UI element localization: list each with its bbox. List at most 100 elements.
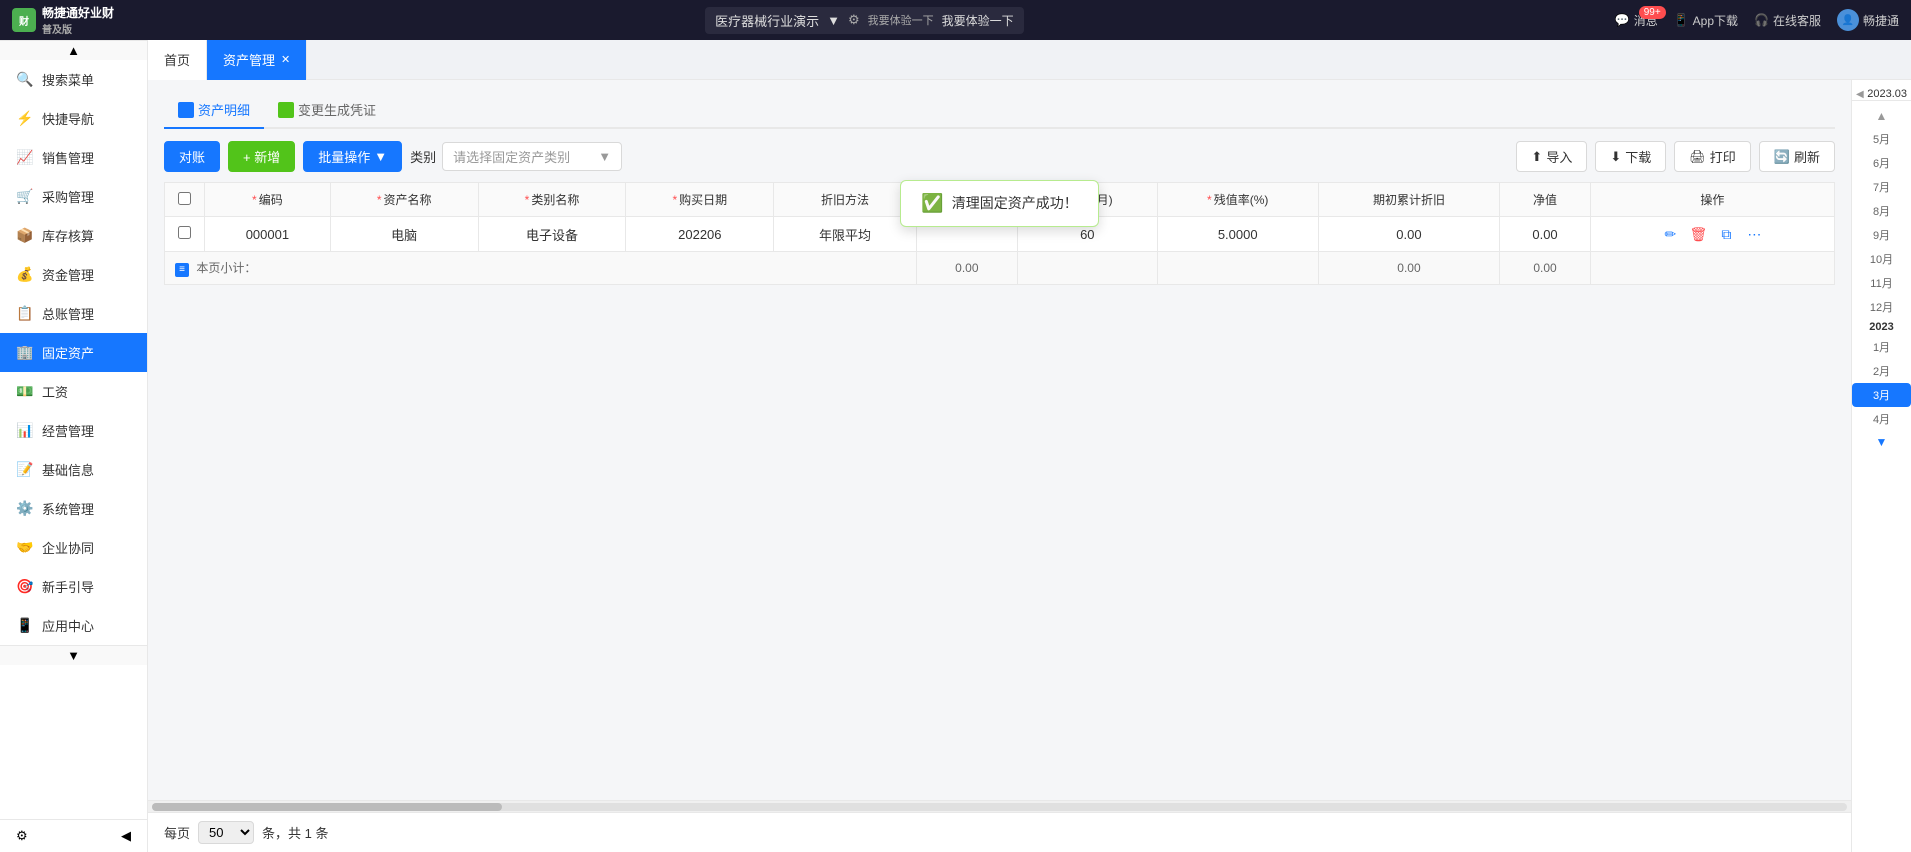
calendar-month-9[interactable]: 9月 bbox=[1852, 223, 1911, 247]
sidebar-scroll-down[interactable]: ▼ bbox=[0, 645, 147, 665]
user-btn[interactable]: 👤 畅捷通 bbox=[1837, 9, 1899, 31]
capital-icon: 💰 bbox=[16, 266, 34, 284]
toggle-left-icon[interactable]: ◀ bbox=[1856, 89, 1864, 100]
per-page-select[interactable]: 50 100 200 bbox=[198, 821, 254, 844]
dropdown-icon: ▼ bbox=[827, 13, 840, 28]
td-depreciation-method: 年限平均 bbox=[774, 217, 917, 252]
relative-container: 资产明细 变更生成凭证 对账 + 新增 批量操作 bbox=[148, 80, 1851, 852]
online-service-btn[interactable]: 🎧 在线客服 bbox=[1754, 12, 1821, 29]
calendar-month-4[interactable]: 4月 bbox=[1852, 407, 1911, 431]
user-name: 畅捷通 bbox=[1863, 12, 1899, 29]
td-name: 电脑 bbox=[330, 217, 478, 252]
calendar-month-7[interactable]: 7月 bbox=[1852, 175, 1911, 199]
sidebar-scroll: ▲ 🔍 搜索菜单 ⚡ 快捷导航 📈 销售管理 🛒 采购管理 📦 库存核算 bbox=[0, 40, 147, 819]
app-version: 普及版 bbox=[42, 21, 114, 36]
delete-icon[interactable]: 🗑 bbox=[1688, 224, 1708, 244]
service-icon: 🎧 bbox=[1754, 13, 1769, 27]
calendar-month-2[interactable]: 2月 bbox=[1852, 359, 1911, 383]
subtotal-row: ≡ 本页小计： 0.00 0.00 0.00 bbox=[165, 252, 1835, 285]
sidebar-item-label: 快捷导航 bbox=[42, 109, 94, 128]
experience-btn[interactable]: 我要体验一下 bbox=[868, 12, 934, 28]
subtab-asset-detail[interactable]: 资产明细 bbox=[164, 92, 264, 129]
new-btn[interactable]: + 新增 bbox=[228, 141, 295, 172]
subtotal-original: 0.00 bbox=[916, 252, 1017, 285]
sidebar-item-capital[interactable]: 💰 资金管理 bbox=[0, 255, 147, 294]
sidebar-item-basic-info[interactable]: 📝 基础信息 bbox=[0, 450, 147, 489]
more-icon[interactable]: ⋯ bbox=[1744, 224, 1764, 244]
calendar-month-10[interactable]: 10月 bbox=[1852, 247, 1911, 271]
calendar-month-3[interactable]: 3月 bbox=[1852, 383, 1911, 407]
sidebar-item-fixed-assets[interactable]: 🏢 固定资产 bbox=[0, 333, 147, 372]
print-label: 打印 bbox=[1710, 147, 1736, 166]
toolbar-left: 对账 + 新增 批量操作 ▼ 类别 请选择固定资产类别 ▼ bbox=[164, 141, 622, 172]
subtab-change-voucher-label: 变更生成凭证 bbox=[298, 100, 376, 119]
asset-detail-icon bbox=[178, 102, 194, 118]
app-download-label: App下载 bbox=[1693, 12, 1738, 29]
td-code: 000001 bbox=[205, 217, 331, 252]
sidebar-item-label: 库存核算 bbox=[42, 226, 94, 245]
message-btn[interactable]: 💬 消息 99+ bbox=[1615, 12, 1658, 29]
download-btn[interactable]: ⬇ 下载 bbox=[1595, 141, 1666, 172]
import-btn[interactable]: ⬆ 导入 bbox=[1516, 141, 1587, 172]
tab-close-btn[interactable]: ✕ bbox=[281, 53, 290, 66]
calendar-scroll-down[interactable]: ▼ bbox=[1872, 431, 1892, 453]
toast-check-icon: ✅ bbox=[921, 193, 943, 214]
batch-btn[interactable]: 批量操作 ▼ bbox=[303, 141, 402, 172]
print-btn[interactable]: 🖨 打印 bbox=[1674, 141, 1751, 172]
calendar-month-1[interactable]: 1月 bbox=[1852, 335, 1911, 359]
topbar-left: 畅捷通好业财 普及版 bbox=[42, 4, 114, 36]
sidebar-scroll-up[interactable]: ▲ bbox=[0, 40, 147, 60]
sidebar-item-payroll[interactable]: 💵 工资 bbox=[0, 372, 147, 411]
change-voucher-icon bbox=[278, 102, 294, 118]
calendar-month-8[interactable]: 8月 bbox=[1852, 199, 1911, 223]
sidebar-item-ledger[interactable]: 📋 总账管理 bbox=[0, 294, 147, 333]
settings-icon[interactable]: ⚙ bbox=[848, 12, 860, 28]
app-download-btn[interactable]: 📱 App下载 bbox=[1674, 12, 1738, 29]
purchase-icon: 🛒 bbox=[16, 188, 34, 206]
sidebar-item-app-center[interactable]: 📱 应用中心 bbox=[0, 606, 147, 645]
category-select[interactable]: 请选择固定资产类别 ▼ bbox=[442, 142, 622, 171]
subtab-change-voucher[interactable]: 变更生成凭证 bbox=[264, 92, 390, 129]
calendar-month-5[interactable]: 5月 bbox=[1852, 127, 1911, 151]
sidebar-item-sales[interactable]: 📈 销售管理 bbox=[0, 138, 147, 177]
download-label: 下载 bbox=[1625, 147, 1651, 166]
sidebar-item-label: 资金管理 bbox=[42, 265, 94, 284]
refresh-btn[interactable]: 🔄 刷新 bbox=[1759, 141, 1835, 172]
sidebar-item-search[interactable]: 🔍 搜索菜单 bbox=[0, 60, 147, 99]
edit-icon[interactable]: ✏ bbox=[1660, 224, 1680, 244]
sidebar-item-sys-mgmt[interactable]: ⚙️ 系统管理 bbox=[0, 489, 147, 528]
scroll-track[interactable] bbox=[152, 803, 1847, 811]
subtotal-residual bbox=[1157, 252, 1318, 285]
experience-label[interactable]: 我要体验一下 bbox=[942, 12, 1014, 29]
message-badge: 99+ bbox=[1639, 6, 1666, 19]
scroll-thumb[interactable] bbox=[152, 803, 502, 811]
sidebar-item-quick-nav[interactable]: ⚡ 快捷导航 bbox=[0, 99, 147, 138]
select-all-checkbox[interactable] bbox=[178, 192, 191, 205]
tab-home[interactable]: 首页 bbox=[148, 40, 207, 80]
sidebar-item-label: 企业协同 bbox=[42, 538, 94, 557]
reconcile-btn[interactable]: 对账 bbox=[164, 141, 220, 172]
pagination: 每页 50 100 200 条，共 1 条 bbox=[148, 812, 1851, 852]
sidebar-item-corp-collab[interactable]: 🤝 企业协同 bbox=[0, 528, 147, 567]
company-selector[interactable]: 医疗器械行业演示 ▼ ⚙ 我要体验一下 我要体验一下 bbox=[705, 7, 1024, 34]
th-purchase-date: *购买日期 bbox=[626, 183, 774, 217]
calendar-scroll-up[interactable]: ▲ bbox=[1872, 105, 1892, 127]
tabs-bar: 首页 资产管理 ✕ bbox=[148, 40, 1911, 80]
sidebar-item-label: 搜索菜单 bbox=[42, 70, 94, 89]
calendar-month-6[interactable]: 6月 bbox=[1852, 151, 1911, 175]
sidebar-item-label: 新手引导 bbox=[42, 577, 94, 596]
sidebar-item-purchase[interactable]: 🛒 采购管理 bbox=[0, 177, 147, 216]
calendar-month-11[interactable]: 11月 bbox=[1852, 271, 1911, 295]
import-label: 导入 bbox=[1546, 147, 1572, 166]
sidebar-item-operations[interactable]: 📊 经营管理 bbox=[0, 411, 147, 450]
copy-icon[interactable]: ⧉ bbox=[1716, 224, 1736, 244]
sidebar-collapse-btn[interactable]: ◀ bbox=[121, 828, 131, 844]
print-icon: 🖨 bbox=[1689, 149, 1706, 165]
sidebar-item-new-guide[interactable]: 🎯 新手引导 bbox=[0, 567, 147, 606]
sidebar-settings-icon[interactable]: ⚙ bbox=[16, 828, 28, 844]
tab-assets-mgmt[interactable]: 资产管理 ✕ bbox=[207, 40, 307, 80]
row-checkbox[interactable] bbox=[178, 226, 191, 239]
calendar-month-12[interactable]: 12月 bbox=[1852, 295, 1911, 319]
sidebar-item-inventory[interactable]: 📦 库存核算 bbox=[0, 216, 147, 255]
horizontal-scrollbar[interactable] bbox=[148, 800, 1851, 812]
